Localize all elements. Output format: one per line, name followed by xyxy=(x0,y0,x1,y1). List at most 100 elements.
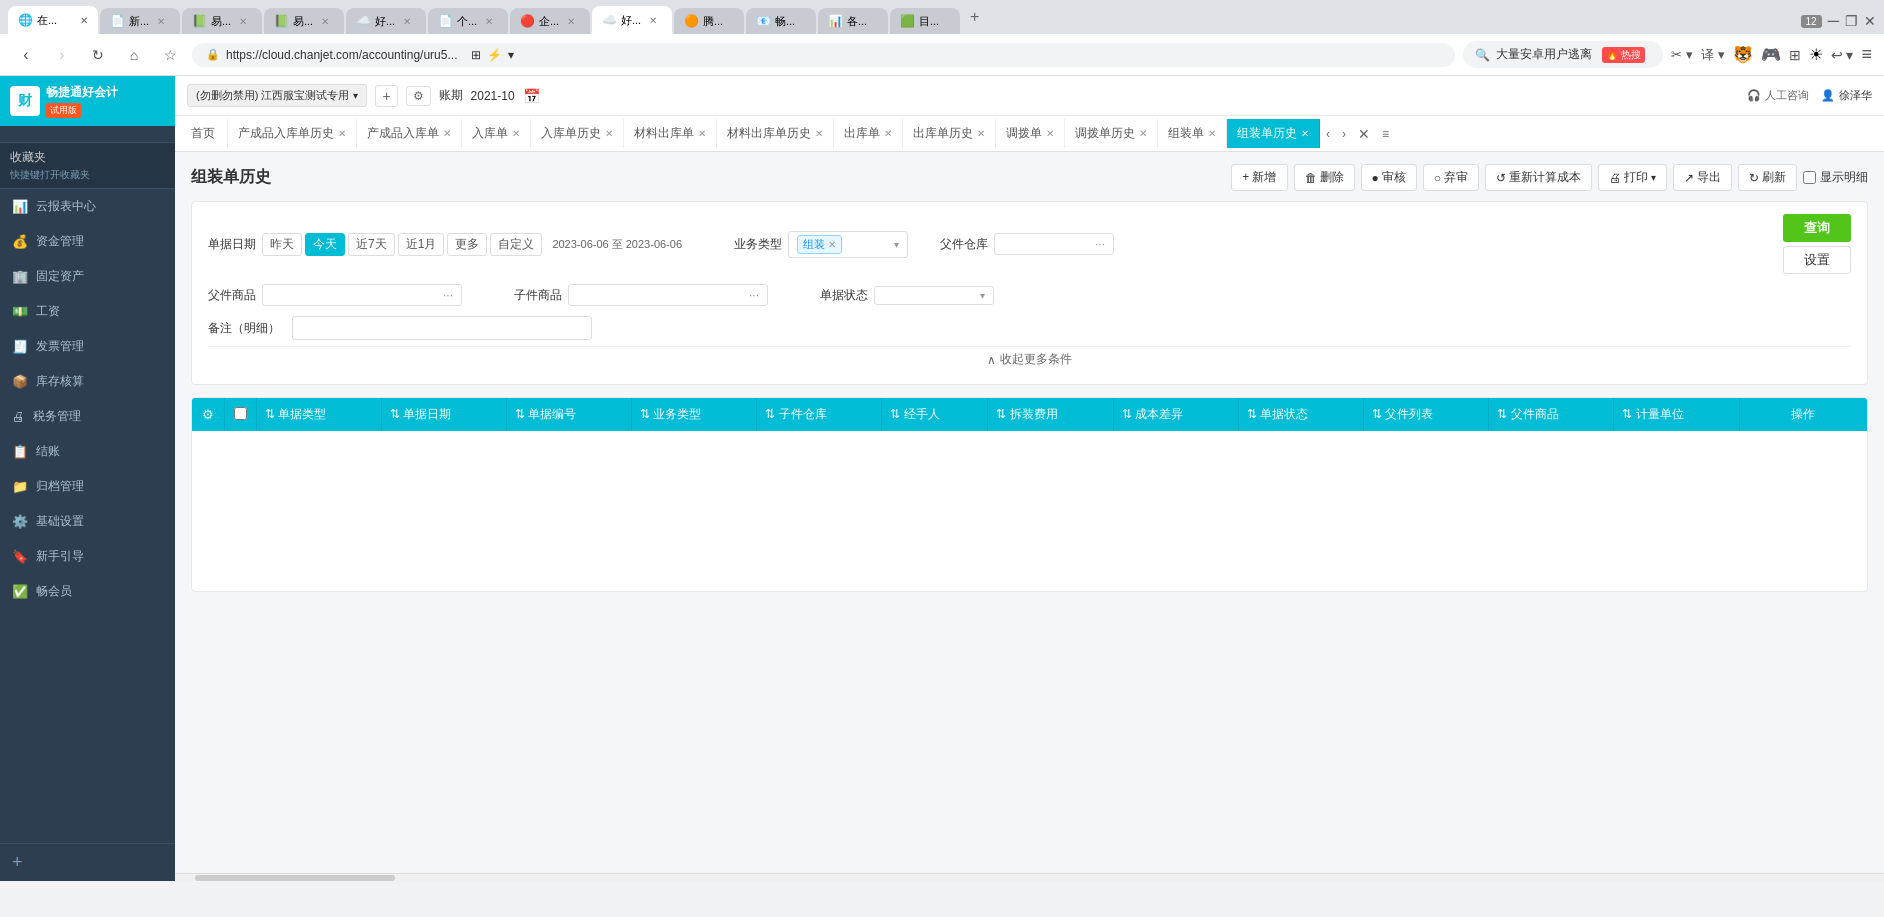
show-detail-input[interactable] xyxy=(1803,171,1816,184)
new-btn[interactable]: + 新增 xyxy=(1231,164,1287,191)
tab-material-out-history[interactable]: 材料出库单历史 ✕ xyxy=(717,119,834,148)
browser-restore[interactable]: ❐ xyxy=(1845,13,1858,29)
tab-material-out[interactable]: 材料出库单 ✕ xyxy=(624,119,717,148)
nav-home[interactable]: ⌂ xyxy=(120,41,148,69)
game-btn[interactable]: 🎮 xyxy=(1761,45,1781,64)
show-detail-checkbox[interactable]: 显示明细 xyxy=(1803,169,1868,186)
bill-status-select[interactable]: ▾ xyxy=(874,286,994,305)
tab-close[interactable]: ✕ xyxy=(403,16,411,27)
sidebar-item-settings[interactable]: ⚙️ 基础设置 xyxy=(0,504,175,539)
search-bar[interactable]: 🔍 大量安卓用户逃离 🔥 热搜 xyxy=(1463,41,1663,68)
sidebar-item-inventory[interactable]: 📦 库存核算 xyxy=(0,364,175,399)
tab-assemble-history-active[interactable]: 组装单历史 ✕ xyxy=(1227,119,1320,148)
brightness-btn[interactable]: ☀ xyxy=(1809,45,1823,64)
lightning-icon[interactable]: ⚡ xyxy=(487,48,502,62)
tab-in-order[interactable]: 入库单 ✕ xyxy=(462,119,531,148)
customer-service[interactable]: 🎧 人工咨询 xyxy=(1747,88,1809,103)
tab-close-icon[interactable]: ✕ xyxy=(698,128,706,139)
tab-out-order[interactable]: 出库单 ✕ xyxy=(834,119,903,148)
col-disassemble-fee[interactable]: ⇅ 拆装费用 xyxy=(988,398,1113,431)
biz-type-input[interactable]: 组装 ✕ ▾ xyxy=(788,231,908,258)
print-dropdown[interactable]: ▾ xyxy=(1651,172,1656,183)
sidebar-item-capital[interactable]: 💰 资金管理 xyxy=(0,224,175,259)
nav-forward[interactable]: › xyxy=(48,41,76,69)
date-7days[interactable]: 近7天 xyxy=(348,233,395,256)
date-yesterday[interactable]: 昨天 xyxy=(262,233,302,256)
col-cost-diff[interactable]: ⇅ 成本差异 xyxy=(1113,398,1238,431)
parent-warehouse-input[interactable]: ··· xyxy=(994,233,1114,255)
bill-status-dropdown[interactable]: ▾ xyxy=(980,290,985,301)
tab-close[interactable]: ✕ xyxy=(157,16,165,27)
sidebar-item-assets[interactable]: 🏢 固定资产 xyxy=(0,259,175,294)
tab-close[interactable]: ✕ xyxy=(567,16,575,27)
company-selector[interactable]: (勿删勿禁用) 江西服宝测试专用 ▾ xyxy=(187,84,367,107)
browser-tab-3[interactable]: 📗 易... ✕ xyxy=(182,8,262,34)
col-parent-goods[interactable]: ⇅ 父件商品 xyxy=(1489,398,1614,431)
browser-tab-5[interactable]: ☁️ 好... ✕ xyxy=(346,8,426,34)
refresh-btn[interactable]: ↻ 刷新 xyxy=(1738,164,1797,191)
tab-close-icon[interactable]: ✕ xyxy=(977,128,985,139)
date-today[interactable]: 今天 xyxy=(305,233,345,256)
tab-close[interactable]: ✕ xyxy=(239,16,247,27)
select-all-checkbox[interactable] xyxy=(234,407,247,420)
tab-transfer[interactable]: 调拨单 ✕ xyxy=(996,119,1065,148)
favorites-sub[interactable]: 快捷键打开收藏夹 xyxy=(10,168,165,182)
review-btn[interactable]: ● 审核 xyxy=(1361,164,1417,191)
sidebar-item-archive[interactable]: 📁 归档管理 xyxy=(0,469,175,504)
delete-btn[interactable]: 🗑 删除 xyxy=(1294,164,1355,191)
tab-close[interactable]: ✕ xyxy=(485,16,493,27)
col-bill-date[interactable]: ⇅ 单据日期 xyxy=(381,398,506,431)
browser-tab-6[interactable]: 📄 个... ✕ xyxy=(428,8,508,34)
sidebar-item-guide[interactable]: 🔖 新手引导 xyxy=(0,539,175,574)
qr-icon[interactable]: ⊞ xyxy=(471,48,481,62)
tab-nav-prev[interactable]: ‹ xyxy=(1320,123,1336,145)
calendar-icon[interactable]: 📅 xyxy=(523,88,540,104)
date-more[interactable]: 更多 xyxy=(447,233,487,256)
query-btn[interactable]: 查询 xyxy=(1783,214,1851,242)
tab-close-icon[interactable]: ✕ xyxy=(1301,128,1309,139)
sidebar-item-invoice[interactable]: 🧾 发票管理 xyxy=(0,329,175,364)
col-child-warehouse[interactable]: ⇅ 子件仓库 xyxy=(757,398,882,431)
sidebar-item-tax[interactable]: 🖨 税务管理 xyxy=(0,399,175,434)
tab-close-icon[interactable]: ✕ xyxy=(443,128,451,139)
tab-close-icon[interactable]: ✕ xyxy=(1208,128,1216,139)
translate-btn[interactable]: 译 ▾ xyxy=(1701,46,1725,64)
tab-product-in[interactable]: 产成品入库单 ✕ xyxy=(357,119,462,148)
col-bill-status[interactable]: ⇅ 单据状态 xyxy=(1238,398,1363,431)
tab-close-icon[interactable]: ✕ xyxy=(884,128,892,139)
settings-gear-btn[interactable]: ⚙ xyxy=(406,86,431,106)
tab-transfer-history[interactable]: 调拨单历史 ✕ xyxy=(1065,119,1158,148)
abandon-btn[interactable]: ○ 弃审 xyxy=(1423,164,1479,191)
nav-back[interactable]: ‹ xyxy=(12,41,40,69)
sidebar-item-settle[interactable]: 📋 结账 xyxy=(0,434,175,469)
nav-bookmark[interactable]: ☆ xyxy=(156,41,184,69)
scrollbar-thumb[interactable] xyxy=(195,875,395,881)
tab-assemble[interactable]: 组装单 ✕ xyxy=(1158,119,1227,148)
browser-tab-11[interactable]: 📊 各... xyxy=(818,8,888,34)
col-gear[interactable]: ⚙ xyxy=(192,398,224,431)
biz-type-tag-close[interactable]: ✕ xyxy=(828,239,836,250)
url-bar[interactable]: 🔒 https://cloud.chanjet.com/accounting/u… xyxy=(192,43,1455,67)
browser-tab-new[interactable]: 📄 新... ✕ xyxy=(100,8,180,34)
tab-close[interactable]: ✕ xyxy=(649,15,657,26)
browser-close[interactable]: ✕ xyxy=(1864,13,1876,29)
tab-nav-next[interactable]: › xyxy=(1336,123,1352,145)
browser-tab-active[interactable]: 🌐 在... ✕ xyxy=(8,6,98,34)
browser-tab-10[interactable]: 📧 畅... xyxy=(746,8,816,34)
browser-tab-7[interactable]: 🔴 企... ✕ xyxy=(510,8,590,34)
undo-btn[interactable]: ↩ ▾ xyxy=(1831,47,1854,63)
biz-type-dropdown[interactable]: ▾ xyxy=(894,239,899,250)
child-goods-more[interactable]: ··· xyxy=(749,288,759,302)
user-avatar[interactable]: 👤 徐泽华 xyxy=(1821,88,1872,103)
sidebar-item-salary[interactable]: 💵 工资 xyxy=(0,294,175,329)
set-btn[interactable]: 设置 xyxy=(1783,246,1851,274)
recalculate-btn[interactable]: ↺ 重新计算成本 xyxy=(1485,164,1592,191)
tab-close-icon[interactable]: ✕ xyxy=(605,128,613,139)
print-btn[interactable]: 🖨 打印 ▾ xyxy=(1598,164,1667,191)
emoji-btn[interactable]: 🐯 xyxy=(1733,45,1753,64)
date-1month[interactable]: 近1月 xyxy=(398,233,445,256)
sidebar-add-btn[interactable]: + xyxy=(0,843,175,881)
add-company-btn[interactable]: + xyxy=(375,85,397,107)
tab-close-icon[interactable]: ✕ xyxy=(512,128,520,139)
grid-btn[interactable]: ⊞ xyxy=(1789,47,1801,63)
